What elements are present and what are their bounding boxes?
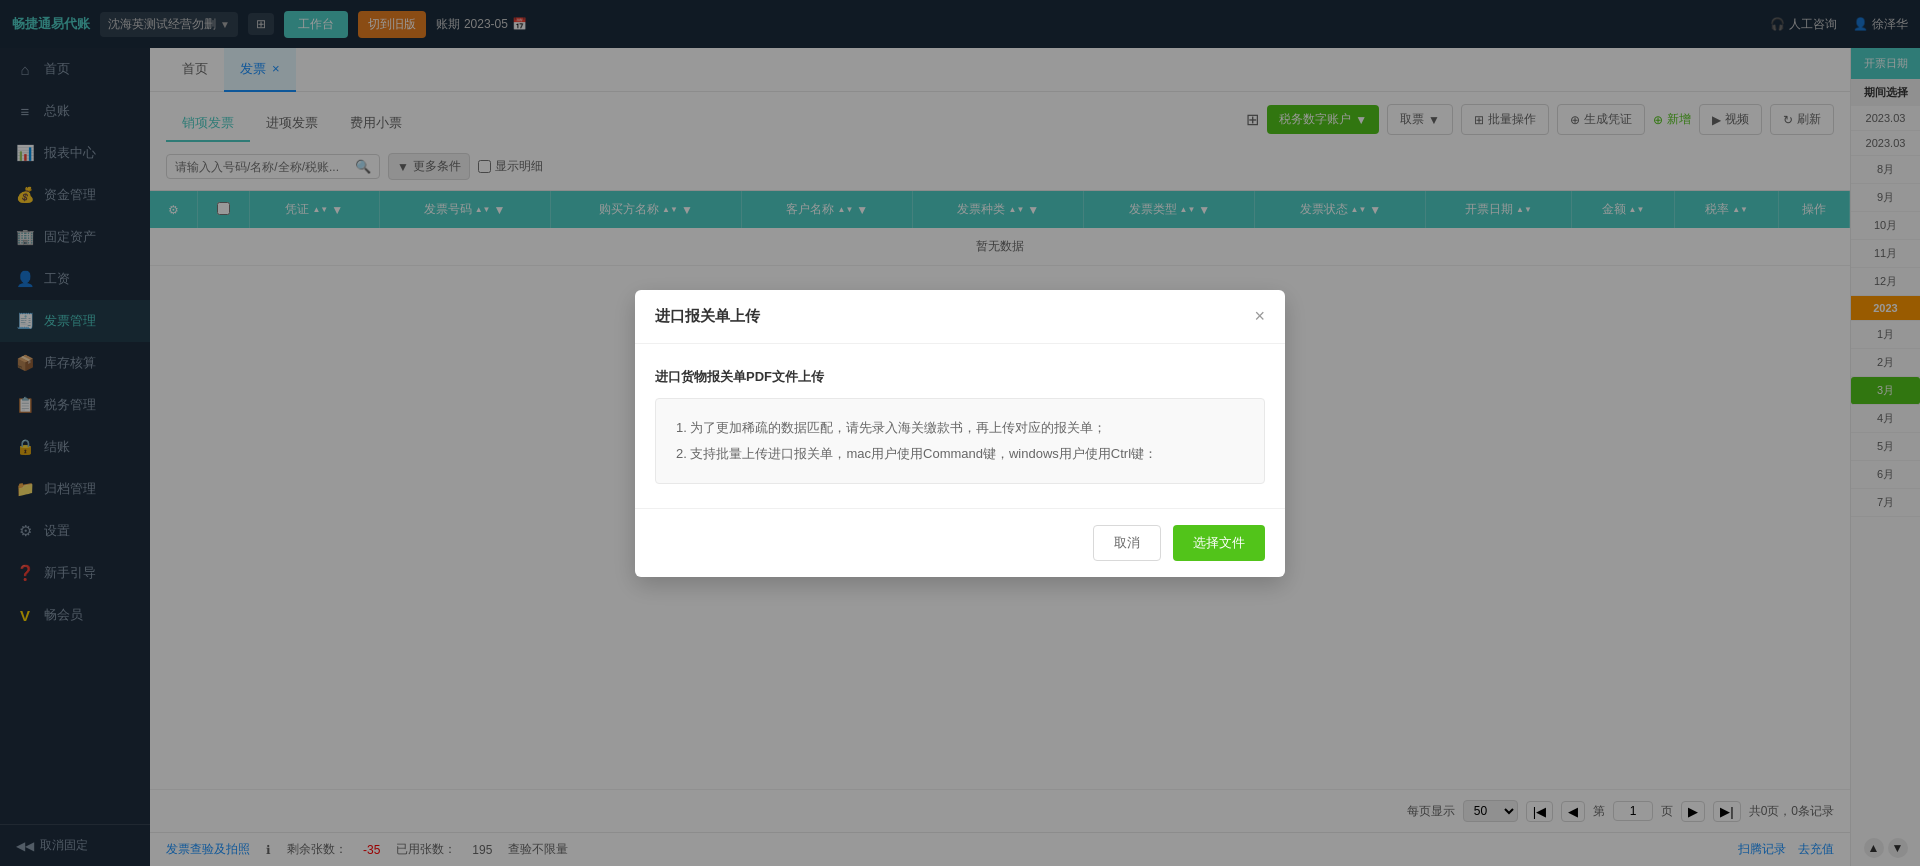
modal-footer: 取消 选择文件 (635, 508, 1285, 577)
modal-overlay[interactable]: 进口报关单上传 × 进口货物报关单PDF文件上传 1. 为了更加稀疏的数据匹配，… (0, 0, 1920, 866)
select-file-button[interactable]: 选择文件 (1173, 525, 1265, 561)
import-modal: 进口报关单上传 × 进口货物报关单PDF文件上传 1. 为了更加稀疏的数据匹配，… (635, 290, 1285, 577)
upload-info-box: 1. 为了更加稀疏的数据匹配，请先录入海关缴款书，再上传对应的报关单； 2. 支… (655, 398, 1265, 484)
modal-cancel-button[interactable]: 取消 (1093, 525, 1161, 561)
upload-section-title: 进口货物报关单PDF文件上传 (655, 368, 1265, 386)
modal-body: 进口货物报关单PDF文件上传 1. 为了更加稀疏的数据匹配，请先录入海关缴款书，… (635, 344, 1285, 508)
upload-info-item-1: 1. 为了更加稀疏的数据匹配，请先录入海关缴款书，再上传对应的报关单； (676, 415, 1244, 441)
modal-close-button[interactable]: × (1254, 306, 1265, 327)
modal-title: 进口报关单上传 (655, 307, 760, 326)
upload-info-item-2: 2. 支持批量上传进口报关单，mac用户使用Command键，windows用户… (676, 441, 1244, 467)
modal-header: 进口报关单上传 × (635, 290, 1285, 344)
